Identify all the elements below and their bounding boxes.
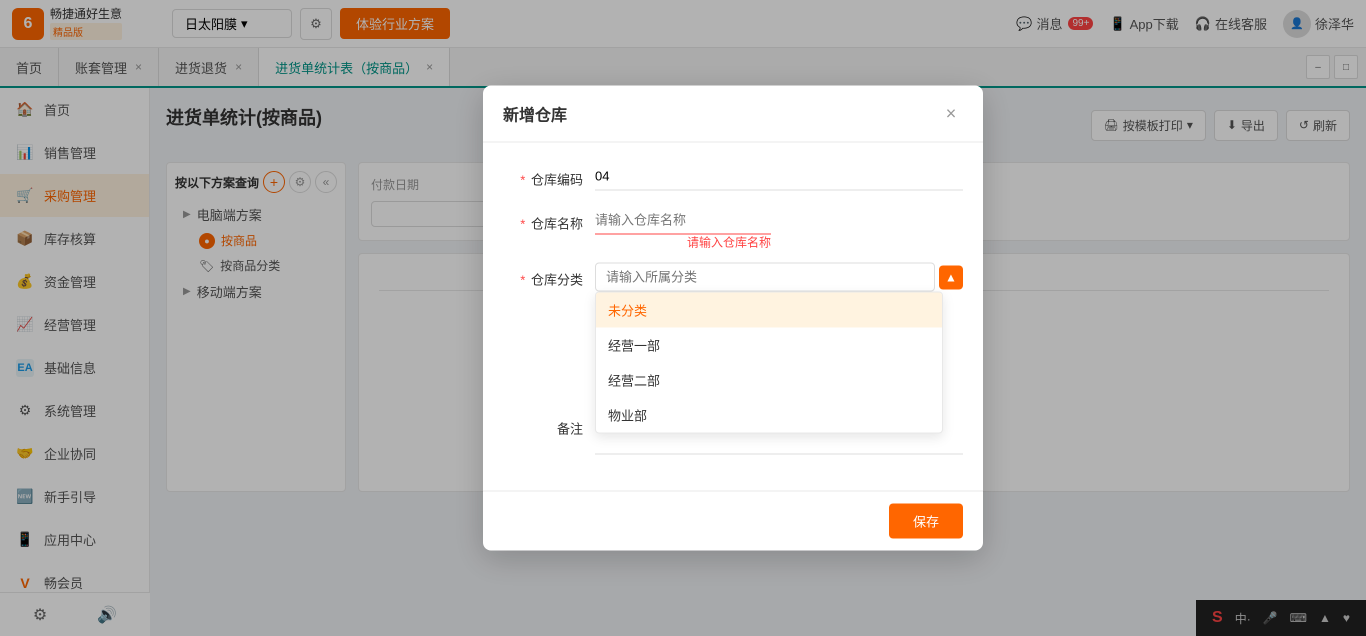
warehouse-category-label: * 仓库分类 [503, 263, 583, 289]
warehouse-name-label: * 仓库名称 [503, 207, 583, 233]
required-star-code: * [520, 173, 525, 188]
dropdown-option-property[interactable]: 物业部 [596, 398, 942, 433]
warehouse-code-group: * 仓库编码 [503, 163, 963, 191]
category-dropdown-list: 未分类 经营一部 经营二部 物业部 [595, 292, 943, 434]
warehouse-name-error-msg: 请输入仓库名称 [687, 234, 771, 251]
warehouse-name-input[interactable] [595, 207, 771, 235]
new-warehouse-modal: 新增仓库 × * 仓库编码 * 仓库名称 请输入仓库名称 * [483, 86, 983, 551]
modal-body: * 仓库编码 * 仓库名称 请输入仓库名称 * 仓库分类 ▲ [483, 143, 983, 491]
modal-close-button[interactable]: × [939, 102, 963, 126]
modal-footer: 保存 [483, 491, 983, 551]
dropdown-option-dept1[interactable]: 经营一部 [596, 328, 942, 363]
warehouse-category-group: * 仓库分类 ▲ 未分类 经营一部 经营二部 物业部 [503, 263, 963, 292]
modal-title: 新增仓库 [503, 102, 567, 126]
warehouse-code-label: * 仓库编码 [503, 163, 583, 189]
dropdown-option-dept2[interactable]: 经营二部 [596, 363, 942, 398]
warehouse-name-group: * 仓库名称 请输入仓库名称 [503, 207, 963, 235]
warehouse-name-input-box: 请输入仓库名称 [595, 207, 963, 235]
required-star-name: * [520, 217, 525, 232]
modal-header: 新增仓库 × [483, 86, 983, 143]
required-star-category: * [520, 273, 525, 288]
dropdown-option-unclassified[interactable]: 未分类 [596, 293, 942, 328]
warehouse-remark-label: 备注 [503, 412, 583, 438]
category-dropdown-arrow[interactable]: ▲ [939, 265, 963, 289]
warehouse-category-input[interactable] [595, 263, 935, 292]
warehouse-code-input[interactable] [595, 163, 963, 191]
save-button[interactable]: 保存 [889, 504, 963, 539]
